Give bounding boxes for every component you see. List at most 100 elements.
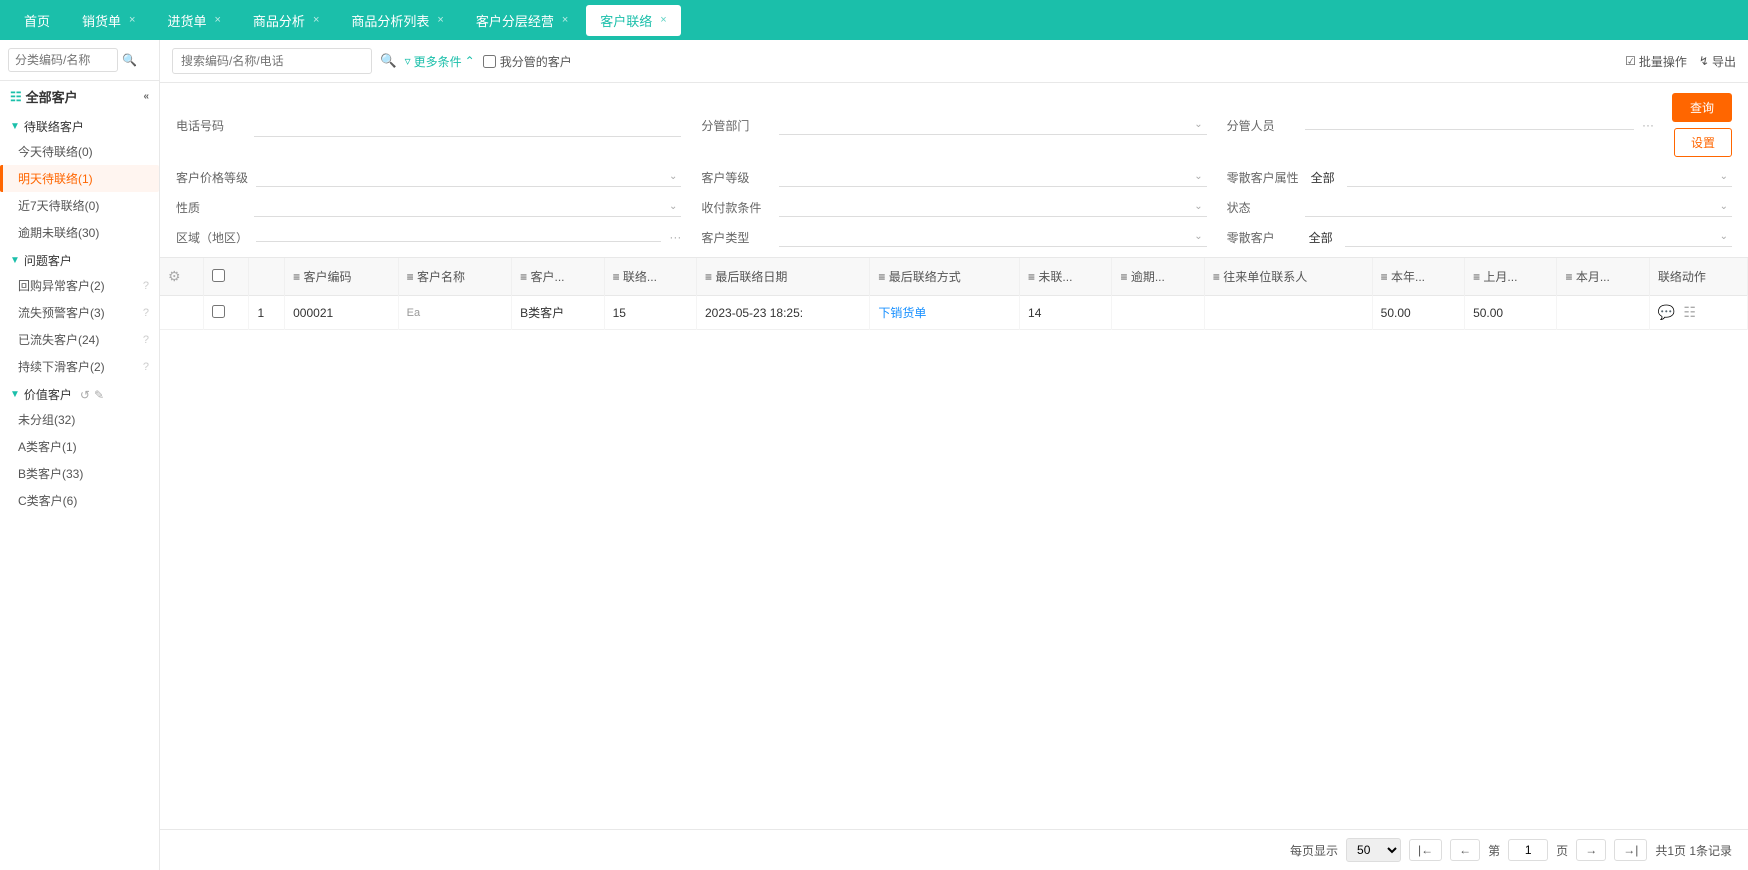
col-last-month: ≡ 上月... [1465,258,1557,296]
nav-item-进货单[interactable]: 进货单× [153,5,234,36]
phone-input[interactable] [254,114,681,137]
row-select-checkbox[interactable] [212,305,225,318]
filter-region: 区域（地区） ··· [176,227,681,247]
select-all-checkbox[interactable] [212,269,225,282]
chevron-up-icon: ⌃ [465,54,475,68]
sidebar-item-持续下滑客户(2)[interactable]: 持续下滑客户(2)? [0,353,159,380]
retail-attr-select[interactable]: ⌄ [1347,167,1732,187]
sidebar-group-价值客户[interactable]: ▼价值客户 ↺✎ [0,380,159,406]
toolbar: 🔍 ▿ 更多条件 ⌃ 我分管的客户 ☑ 批量操作 ↯ 导出 [160,40,1748,83]
table-footer: 每页显示 50 100 |← ← 第 页 → →| 共1页 1条记录 [160,829,1748,870]
sidebar-group-待联络客户[interactable]: ▼待联络客户 [0,112,159,138]
row-gear [160,296,204,330]
row-index: 1 [249,296,285,330]
grid-icon: ☷ [10,89,22,105]
data-table-area: ⚙ ≡ 客户编码 ≡ 客户名称 ≡ 客户... ≡ 联络... ≡ 最后联络日期… [160,258,1748,829]
comment-icon[interactable]: 💬 [1658,304,1675,321]
help-icon[interactable]: ? [143,334,149,346]
main-search-button[interactable]: 🔍 [380,53,397,69]
nav-close-icon[interactable]: × [437,14,443,26]
sidebar-item-B类客户(33)[interactable]: B类客户(33) [0,460,159,487]
nav-item-首页[interactable]: 首页 [10,5,64,36]
sidebar-all-customers[interactable]: ☷ 全部客户 « [0,81,159,112]
page-size-select[interactable]: 50 100 [1346,838,1401,862]
nav-close-icon[interactable]: × [562,14,568,26]
dept-select[interactable]: ⌄ [779,115,1206,135]
page-number-input[interactable] [1508,839,1548,861]
nav-item-商品分析[interactable]: 商品分析× [239,5,333,36]
nav-close-icon[interactable]: × [129,14,135,26]
help-icon[interactable]: ? [143,361,149,373]
row-company-contact [1204,296,1372,330]
row-overdue [1112,296,1204,330]
triangle-icon: ▼ [10,255,20,266]
page-label: 第 [1488,842,1500,859]
customer-table: ⚙ ≡ 客户编码 ≡ 客户名称 ≡ 客户... ≡ 联络... ≡ 最后联络日期… [160,258,1748,330]
sidebar-search-input[interactable] [8,48,118,72]
help-icon[interactable]: ? [143,280,149,292]
chevron-down-icon7: ⌄ [1720,201,1728,212]
sidebar-item-今天待联络(0)[interactable]: 今天待联络(0) [0,138,159,165]
chevron-down-icon2: ⌄ [669,171,677,182]
refresh-icon[interactable]: ↺ [80,388,90,402]
help-icon[interactable]: ? [143,307,149,319]
col-no-contact: ≡ 未联... [1020,258,1112,296]
sidebar-item-回购异常客户(2)[interactable]: 回购异常客户(2)? [0,272,159,299]
export-button[interactable]: ↯ 导出 [1699,53,1736,70]
row-action: 💬☷ [1649,296,1747,330]
person-more-dots[interactable]: ··· [1642,118,1654,132]
customer-value-select[interactable]: ⌄ [256,167,681,187]
sidebar-search-icon[interactable]: 🔍 [122,53,137,67]
sidebar-item-流失预警客户(3)[interactable]: 流失预警客户(3)? [0,299,159,326]
nav-close-icon[interactable]: × [214,14,220,26]
sidebar-item-A类客户(1)[interactable]: A类客户(1) [0,433,159,460]
edit-icon[interactable]: ✎ [94,388,104,402]
my-customers-checkbox[interactable]: 我分管的客户 [483,53,572,70]
region-more-dots[interactable]: ··· [669,230,681,244]
chevron-down-icon3: ⌄ [1194,171,1202,182]
row-last-month: 50.00 [1465,296,1557,330]
nav-item-销货单[interactable]: 销货单× [68,5,149,36]
nav-item-客户联络[interactable]: 客户联络× [586,5,680,36]
sidebar-item-已流失客户(24)[interactable]: 已流失客户(24)? [0,326,159,353]
nav-item-客户分层经营[interactable]: 客户分层经营× [462,5,582,36]
col-checkbox [204,258,249,296]
more-filter-button[interactable]: ▿ 更多条件 ⌃ [405,53,475,70]
filter-customer-level: 客户等级 ⌄ [701,167,1206,187]
main-search-input[interactable] [172,48,372,74]
gender-select[interactable]: ⌄ [254,197,681,217]
settings-icon[interactable]: ⚙ [168,268,181,284]
chevron-down-icon4: ⌄ [1720,171,1728,182]
grid-icon[interactable]: ☷ [1683,304,1696,321]
sidebar-item-未分组(32)[interactable]: 未分组(32) [0,406,159,433]
sidebar-item-近7天待联络(0)[interactable]: 近7天待联络(0) [0,192,159,219]
triangle-icon: ▼ [10,121,20,132]
last-page-button[interactable]: →| [1614,839,1647,861]
status-select[interactable]: ⌄ [1305,197,1732,217]
last-method-link[interactable]: 下销货单 [878,306,926,320]
row-checkbox [204,296,249,330]
col-overdue: ≡ 逾期... [1112,258,1204,296]
nav-item-商品分析列表[interactable]: 商品分析列表× [337,5,457,36]
filter-payment: 收付款条件 ⌄ [701,197,1206,217]
sidebar-item-明天待联络(1)[interactable]: 明天待联络(1) [0,165,159,192]
query-button[interactable]: 查询 [1672,93,1732,122]
payment-select[interactable]: ⌄ [779,197,1206,217]
customer-type-select[interactable]: ⌄ [779,227,1206,247]
customer-level-select[interactable]: ⌄ [779,167,1206,187]
prev-page-button[interactable]: ← [1450,839,1480,861]
col-index [249,258,285,296]
set-button[interactable]: 设置 [1674,128,1732,157]
sidebar-group-问题客户[interactable]: ▼问题客户 [0,246,159,272]
first-page-button[interactable]: |← [1409,839,1442,861]
sidebar-item-C类客户(6)[interactable]: C类客户(6) [0,487,159,514]
col-company-contact: ≡ 往来单位联系人 [1204,258,1372,296]
filter-panel: 电话号码 分管部门 ⌄ 分管人员 ··· 查询 设置 客户价格等级 [160,83,1748,258]
next-page-button[interactable]: → [1576,839,1606,861]
batch-operation-button[interactable]: ☑ 批量操作 [1625,53,1687,70]
sidebar-item-逾期未联络(30)[interactable]: 逾期未联络(30) [0,219,159,246]
retail-customer-select[interactable]: ⌄ [1345,227,1732,247]
nav-close-icon[interactable]: × [660,14,666,26]
nav-close-icon[interactable]: × [313,14,319,26]
row-name: Ea [398,296,512,330]
